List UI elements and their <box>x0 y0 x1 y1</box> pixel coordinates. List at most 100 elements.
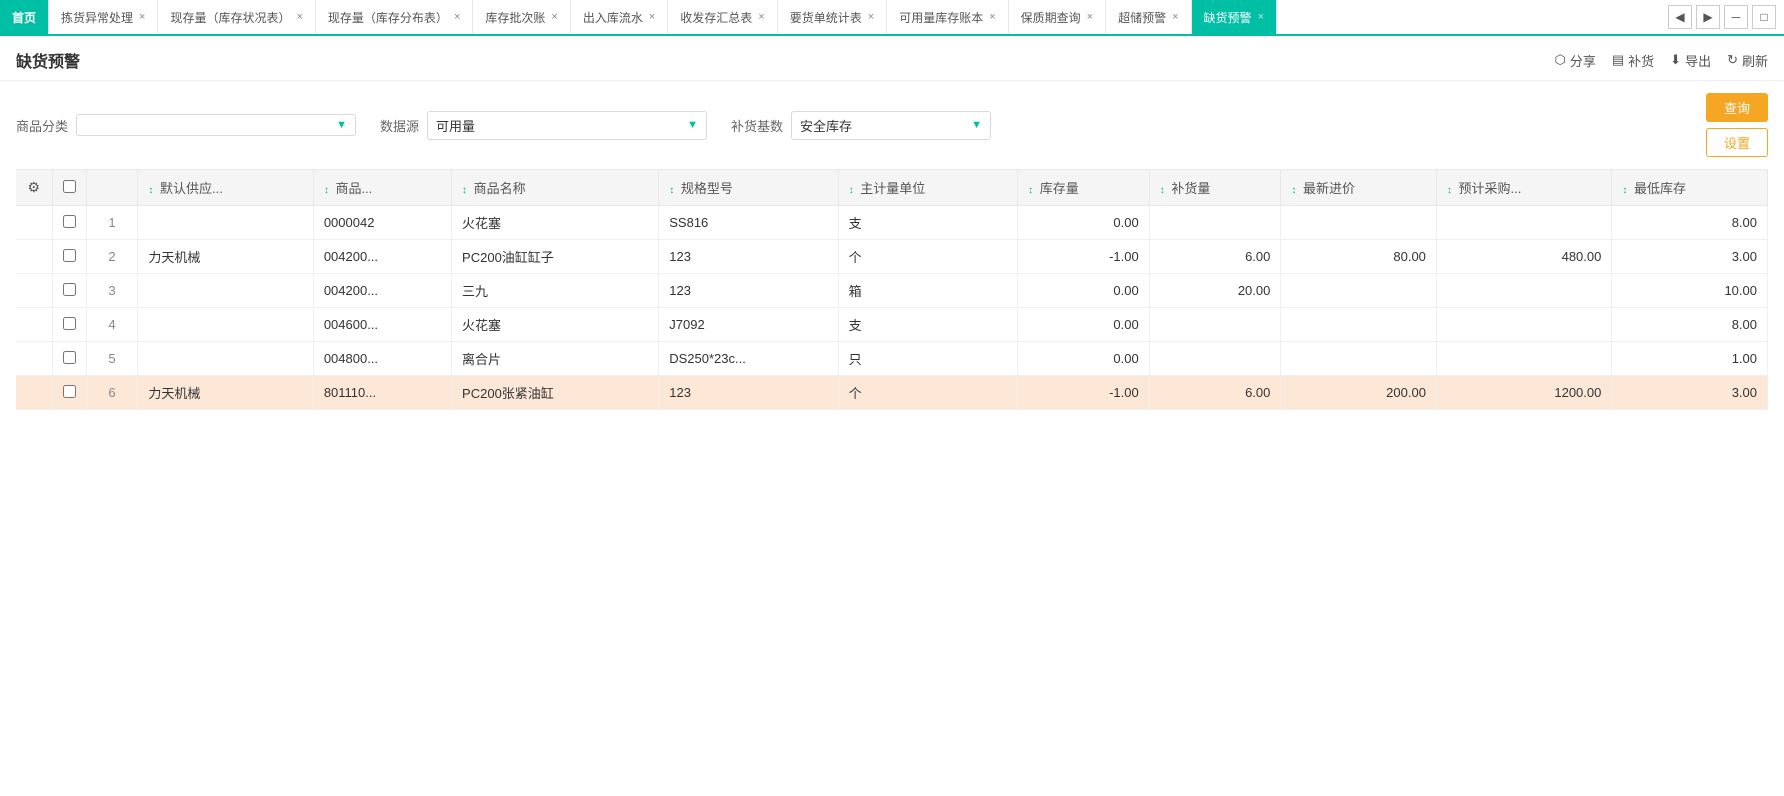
col-product-code[interactable]: ↕ 商品... <box>313 170 451 206</box>
datasource-select[interactable]: 可用量 ▼ <box>427 111 707 140</box>
filter-bar: 商品分类 ▼ 数据源 可用量 ▼ 补货基数 安全库存 ▼ 查询 设置 <box>0 81 1784 169</box>
row-checkbox-cell <box>52 342 86 376</box>
row-min-stock: 1.00 <box>1612 342 1768 376</box>
table-row: 1 0000042 火花塞 SS816 支 0.00 8.00 <box>16 206 1768 240</box>
row-product-code: 004200... <box>313 240 451 274</box>
col-forecast-purchase[interactable]: ↕ 预计采购... <box>1436 170 1611 206</box>
row-spec: 123 <box>659 274 838 308</box>
col-replenish-qty[interactable]: ↕ 补货量 <box>1149 170 1281 206</box>
row-checkbox[interactable] <box>63 351 76 364</box>
close-order-stats-icon[interactable]: × <box>868 11 874 23</box>
tab-inv-status-label: 现存量（库存状况表） <box>170 9 290 26</box>
table-header-row: ⚙ ↕ 默认供应... ↕ 商品... ↕ <box>16 170 1768 206</box>
row-checkbox[interactable] <box>63 385 76 398</box>
col-spec[interactable]: ↕ 规格型号 <box>659 170 838 206</box>
row-product-name: 三九 <box>452 274 659 308</box>
col-stock-label: 库存量 <box>1040 181 1079 196</box>
replenish-action[interactable]: ▤ 补货 <box>1612 51 1654 70</box>
row-gear-cell <box>16 206 52 240</box>
row-replenish-qty <box>1149 308 1281 342</box>
row-latest-price: 200.00 <box>1281 376 1437 410</box>
forecast-sort-icon: ↕ <box>1447 185 1452 196</box>
row-replenish-qty <box>1149 342 1281 376</box>
nav-prev-button[interactable]: ◀ <box>1668 5 1692 29</box>
row-product-code: 004800... <box>313 342 451 376</box>
replenish-base-value: 安全库存 <box>800 116 852 135</box>
select-all-checkbox[interactable] <box>63 180 76 193</box>
row-forecast-purchase <box>1436 206 1611 240</box>
replenish-base-select[interactable]: 安全库存 ▼ <box>791 111 991 140</box>
tab-batch[interactable]: 库存批次账 × <box>473 0 570 35</box>
row-checkbox[interactable] <box>63 283 76 296</box>
row-forecast-purchase: 1200.00 <box>1436 376 1611 410</box>
close-summary-icon[interactable]: × <box>758 11 764 23</box>
tab-order-stats[interactable]: 要货单统计表 × <box>778 0 887 35</box>
tab-picking[interactable]: 拣货异常处理 × <box>49 0 158 35</box>
close-inv-dist-icon[interactable]: × <box>454 11 460 23</box>
row-number: 2 <box>86 240 138 274</box>
row-replenish-qty: 20.00 <box>1149 274 1281 308</box>
tab-summary[interactable]: 收发存汇总表 × <box>668 0 777 35</box>
row-spec: J7092 <box>659 308 838 342</box>
row-product-name: 火花塞 <box>452 308 659 342</box>
query-button[interactable]: 查询 <box>1706 93 1768 122</box>
refresh-icon: ↻ <box>1727 52 1738 68</box>
row-spec: SS816 <box>659 206 838 240</box>
page-header: 缺货预警 ⬡ 分享 ▤ 补货 ⬇ 导出 ↻ 刷新 <box>0 36 1784 81</box>
row-unit: 个 <box>838 376 1017 410</box>
row-min-stock: 3.00 <box>1612 376 1768 410</box>
settings-button[interactable]: 设置 <box>1706 128 1768 157</box>
tab-order-stats-label: 要货单统计表 <box>790 9 862 26</box>
col-product-name-label: 商品名称 <box>474 181 526 196</box>
replenish-base-label: 补货基数 <box>731 116 783 135</box>
row-checkbox[interactable] <box>63 317 76 330</box>
nav-minimize-button[interactable]: － <box>1724 5 1748 29</box>
product-name-sort-icon: ↕ <box>462 185 467 196</box>
share-action[interactable]: ⬡ 分享 <box>1554 51 1595 70</box>
col-supplier[interactable]: ↕ 默认供应... <box>138 170 313 206</box>
col-product-name[interactable]: ↕ 商品名称 <box>452 170 659 206</box>
row-forecast-purchase <box>1436 274 1611 308</box>
row-gear-cell <box>16 308 52 342</box>
close-picking-icon[interactable]: × <box>139 11 145 23</box>
row-number: 3 <box>86 274 138 308</box>
tab-available-ledger[interactable]: 可用量库存账本 × <box>887 0 1008 35</box>
tab-inout[interactable]: 出入库流水 × <box>571 0 668 35</box>
close-batch-icon[interactable]: × <box>551 11 557 23</box>
tab-inventory-status[interactable]: 现存量（库存状况表） × <box>158 0 315 35</box>
nav-maximize-button[interactable]: □ <box>1752 5 1776 29</box>
close-inv-status-icon[interactable]: × <box>296 11 302 23</box>
datasource-value: 可用量 <box>436 116 475 135</box>
tab-batch-label: 库存批次账 <box>485 9 545 26</box>
row-supplier <box>138 308 313 342</box>
refresh-action[interactable]: ↻ 刷新 <box>1727 51 1768 70</box>
replenish-qty-sort-icon: ↕ <box>1160 185 1165 196</box>
gear-icon[interactable]: ⚙ <box>27 179 40 195</box>
top-nav: 首页 拣货异常处理 × 现存量（库存状况表） × 现存量（库存分布表） × 库存… <box>0 0 1784 36</box>
close-inout-icon[interactable]: × <box>649 11 655 23</box>
col-min-stock[interactable]: ↕ 最低库存 <box>1612 170 1768 206</box>
col-unit[interactable]: ↕ 主计量单位 <box>838 170 1017 206</box>
close-shortage-icon[interactable]: × <box>1258 11 1264 23</box>
tab-shortage[interactable]: 缺货预警 × <box>1192 0 1277 35</box>
tab-overstock[interactable]: 超储预警 × <box>1106 0 1191 35</box>
tab-inventory-dist[interactable]: 现存量（库存分布表） × <box>316 0 473 35</box>
close-avail-ledger-icon[interactable]: × <box>989 11 995 23</box>
col-stock[interactable]: ↕ 库存量 <box>1018 170 1150 206</box>
col-latest-price[interactable]: ↕ 最新进价 <box>1281 170 1437 206</box>
row-checkbox[interactable] <box>63 215 76 228</box>
stock-sort-icon: ↕ <box>1028 185 1033 196</box>
close-expiry-icon[interactable]: × <box>1087 11 1093 23</box>
row-number: 4 <box>86 308 138 342</box>
table-row: 5 004800... 离合片 DS250*23c... 只 0.00 1.00 <box>16 342 1768 376</box>
close-overstock-icon[interactable]: × <box>1172 11 1178 23</box>
row-unit: 支 <box>838 308 1017 342</box>
tab-expiry[interactable]: 保质期查询 × <box>1009 0 1106 35</box>
nav-next-button[interactable]: ▶ <box>1696 5 1720 29</box>
col-product-code-label: 商品... <box>335 181 372 196</box>
export-action[interactable]: ⬇ 导出 <box>1670 51 1711 70</box>
row-checkbox[interactable] <box>63 249 76 262</box>
category-select[interactable]: ▼ <box>76 114 356 136</box>
tab-home[interactable]: 首页 <box>0 0 49 35</box>
row-forecast-purchase <box>1436 308 1611 342</box>
